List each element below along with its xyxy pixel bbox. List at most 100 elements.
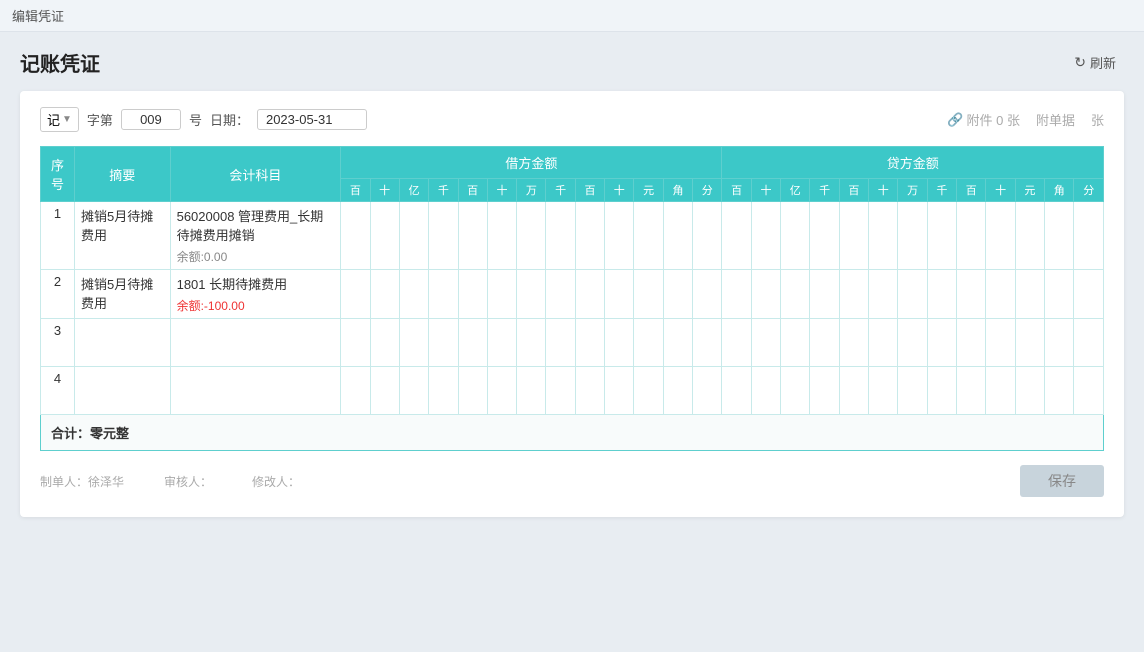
debit-cell-r1-c8[interactable] <box>575 202 604 270</box>
debit-cell-r1-c6[interactable] <box>517 202 546 270</box>
credit-cell-r4-c2[interactable] <box>781 367 810 415</box>
row-summary-2[interactable]: 摊销5月待摊费用 <box>75 270 171 319</box>
credit-cell-r1-c8[interactable] <box>957 202 986 270</box>
credit-cell-r3-c12[interactable] <box>1074 319 1104 367</box>
credit-cell-r2-c0[interactable] <box>722 270 751 319</box>
credit-cell-r1-c6[interactable] <box>898 202 927 270</box>
credit-cell-r3-c0[interactable] <box>722 319 751 367</box>
debit-cell-r1-c11[interactable] <box>663 202 692 270</box>
credit-cell-r2-c9[interactable] <box>986 270 1015 319</box>
debit-cell-r2-c0[interactable] <box>341 270 370 319</box>
credit-cell-r4-c9[interactable] <box>986 367 1015 415</box>
debit-cell-r4-c9[interactable] <box>605 367 634 415</box>
credit-cell-r3-c6[interactable] <box>898 319 927 367</box>
debit-cell-r1-c10[interactable] <box>634 202 663 270</box>
row-account-2[interactable]: 1801 长期待摊费用余额:-100.00 <box>170 270 341 319</box>
credit-cell-r2-c10[interactable] <box>1015 270 1044 319</box>
credit-cell-r3-c11[interactable] <box>1045 319 1074 367</box>
debit-cell-r4-c8[interactable] <box>575 367 604 415</box>
credit-cell-r4-c12[interactable] <box>1074 367 1104 415</box>
debit-cell-r4-c11[interactable] <box>663 367 692 415</box>
credit-cell-r4-c5[interactable] <box>869 367 898 415</box>
credit-cell-r4-c7[interactable] <box>927 367 956 415</box>
credit-cell-r4-c6[interactable] <box>898 367 927 415</box>
debit-cell-r4-c12[interactable] <box>693 367 722 415</box>
debit-cell-r3-c1[interactable] <box>370 319 399 367</box>
debit-cell-r4-c0[interactable] <box>341 367 370 415</box>
attachment-link[interactable]: 🔗 附件 0 张 <box>947 110 1020 129</box>
credit-cell-r2-c3[interactable] <box>810 270 839 319</box>
debit-cell-r4-c4[interactable] <box>458 367 487 415</box>
credit-cell-r1-c2[interactable] <box>781 202 810 270</box>
credit-cell-r4-c0[interactable] <box>722 367 751 415</box>
credit-cell-r3-c2[interactable] <box>781 319 810 367</box>
debit-cell-r4-c2[interactable] <box>399 367 428 415</box>
debit-cell-r3-c0[interactable] <box>341 319 370 367</box>
row-account-4[interactable] <box>170 367 341 415</box>
debit-cell-r3-c5[interactable] <box>487 319 516 367</box>
debit-cell-r2-c3[interactable] <box>429 270 458 319</box>
credit-cell-r3-c7[interactable] <box>927 319 956 367</box>
credit-cell-r2-c7[interactable] <box>927 270 956 319</box>
credit-cell-r2-c12[interactable] <box>1074 270 1104 319</box>
row-account-1[interactable]: 56020008 管理费用_长期待摊费用摊销余额:0.00 <box>170 202 341 270</box>
debit-cell-r4-c3[interactable] <box>429 367 458 415</box>
debit-cell-r1-c7[interactable] <box>546 202 575 270</box>
row-summary-3[interactable] <box>75 319 171 367</box>
credit-cell-r4-c10[interactable] <box>1015 367 1044 415</box>
credit-cell-r4-c4[interactable] <box>839 367 868 415</box>
debit-cell-r4-c10[interactable] <box>634 367 663 415</box>
debit-cell-r2-c12[interactable] <box>693 270 722 319</box>
debit-cell-r3-c4[interactable] <box>458 319 487 367</box>
date-input[interactable] <box>257 109 367 130</box>
credit-cell-r1-c1[interactable] <box>751 202 780 270</box>
credit-cell-r1-c7[interactable] <box>927 202 956 270</box>
debit-cell-r2-c8[interactable] <box>575 270 604 319</box>
row-summary-4[interactable] <box>75 367 171 415</box>
attach-single-label[interactable]: 附单据 <box>1036 110 1075 129</box>
debit-cell-r2-c7[interactable] <box>546 270 575 319</box>
debit-cell-r3-c11[interactable] <box>663 319 692 367</box>
debit-cell-r1-c0[interactable] <box>341 202 370 270</box>
debit-cell-r4-c5[interactable] <box>487 367 516 415</box>
credit-cell-r1-c10[interactable] <box>1015 202 1044 270</box>
credit-cell-r1-c3[interactable] <box>810 202 839 270</box>
debit-cell-r2-c10[interactable] <box>634 270 663 319</box>
credit-cell-r2-c1[interactable] <box>751 270 780 319</box>
credit-cell-r2-c8[interactable] <box>957 270 986 319</box>
voucher-number-input[interactable] <box>121 109 181 130</box>
credit-cell-r1-c0[interactable] <box>722 202 751 270</box>
debit-cell-r2-c1[interactable] <box>370 270 399 319</box>
debit-cell-r2-c2[interactable] <box>399 270 428 319</box>
debit-cell-r3-c7[interactable] <box>546 319 575 367</box>
debit-cell-r3-c6[interactable] <box>517 319 546 367</box>
credit-cell-r3-c4[interactable] <box>839 319 868 367</box>
save-button[interactable]: 保存 <box>1020 465 1104 497</box>
debit-cell-r3-c12[interactable] <box>693 319 722 367</box>
credit-cell-r3-c9[interactable] <box>986 319 1015 367</box>
credit-cell-r1-c4[interactable] <box>839 202 868 270</box>
credit-cell-r1-c12[interactable] <box>1074 202 1104 270</box>
debit-cell-r2-c11[interactable] <box>663 270 692 319</box>
credit-cell-r3-c5[interactable] <box>869 319 898 367</box>
debit-cell-r3-c3[interactable] <box>429 319 458 367</box>
credit-cell-r1-c5[interactable] <box>869 202 898 270</box>
credit-cell-r4-c11[interactable] <box>1045 367 1074 415</box>
credit-cell-r1-c11[interactable] <box>1045 202 1074 270</box>
debit-cell-r2-c4[interactable] <box>458 270 487 319</box>
debit-cell-r2-c6[interactable] <box>517 270 546 319</box>
voucher-type-selector[interactable]: 记 ▼ <box>40 107 79 132</box>
debit-cell-r4-c7[interactable] <box>546 367 575 415</box>
debit-cell-r1-c2[interactable] <box>399 202 428 270</box>
credit-cell-r1-c9[interactable] <box>986 202 1015 270</box>
credit-cell-r4-c3[interactable] <box>810 367 839 415</box>
debit-cell-r1-c1[interactable] <box>370 202 399 270</box>
debit-cell-r1-c3[interactable] <box>429 202 458 270</box>
credit-cell-r2-c5[interactable] <box>869 270 898 319</box>
debit-cell-r1-c9[interactable] <box>605 202 634 270</box>
credit-cell-r2-c4[interactable] <box>839 270 868 319</box>
debit-cell-r3-c10[interactable] <box>634 319 663 367</box>
debit-cell-r4-c6[interactable] <box>517 367 546 415</box>
debit-cell-r1-c12[interactable] <box>693 202 722 270</box>
debit-cell-r2-c5[interactable] <box>487 270 516 319</box>
